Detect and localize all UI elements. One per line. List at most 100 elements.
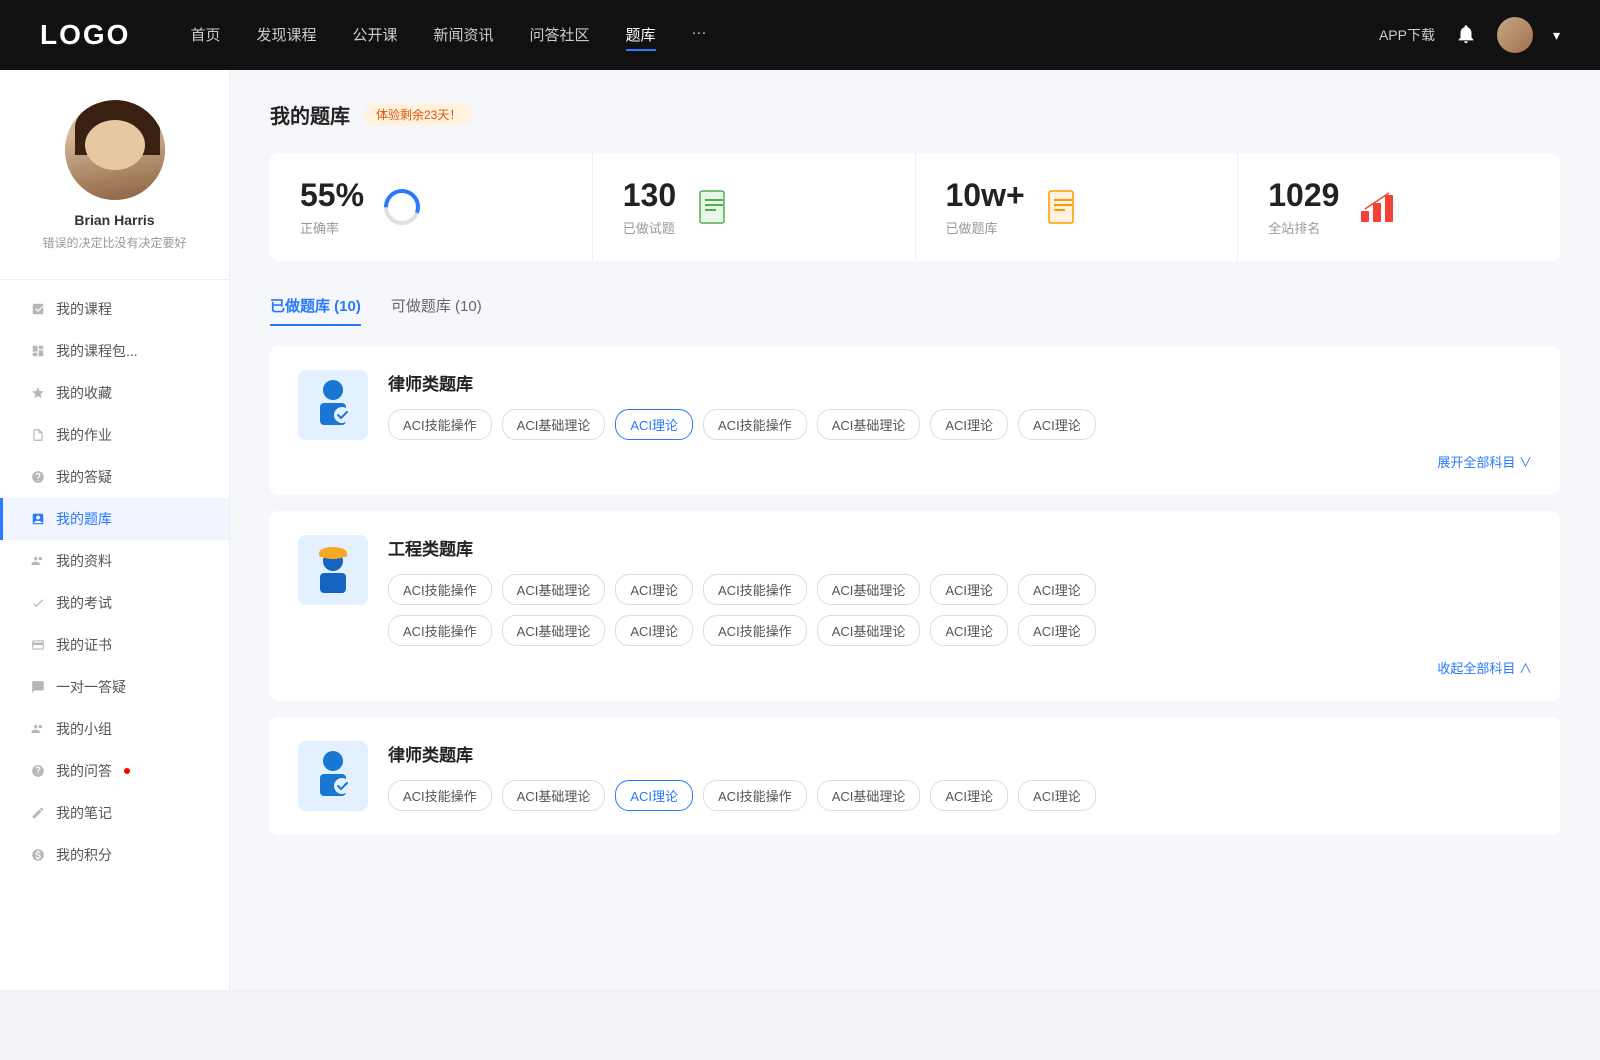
qbank-tag-2-4[interactable]: ACI基础理论 [817, 780, 921, 811]
qbank-tag-2-2[interactable]: ACI理论 [615, 780, 693, 811]
app-download-link[interactable]: APP下载 [1379, 25, 1435, 45]
nav-home[interactable]: 首页 [190, 20, 220, 51]
sidebar-label-mynote: 我的笔记 [56, 803, 112, 823]
nav-qa[interactable]: 问答社区 [530, 20, 590, 51]
qbank-tag-1-ex-6[interactable]: ACI理论 [1018, 615, 1096, 646]
qbank-tag-0-2[interactable]: ACI理论 [615, 409, 693, 440]
sidebar-label-oneone: 一对一答疑 [56, 677, 126, 697]
qbank-tag-2-6[interactable]: ACI理论 [1018, 780, 1096, 811]
star-icon [30, 385, 46, 401]
doc-green-icon [696, 189, 732, 225]
package-icon [30, 343, 46, 359]
qbank-tag-1-5[interactable]: ACI理论 [930, 574, 1008, 605]
qbank-tag-0-0[interactable]: ACI技能操作 [388, 409, 492, 440]
qbank-tag-2-0[interactable]: ACI技能操作 [388, 780, 492, 811]
stat-done-icon [692, 185, 736, 229]
qbank-tags-extra-1: ACI技能操作 ACI基础理论 ACI理论 ACI技能操作 ACI基础理论 AC… [388, 615, 1532, 646]
qbank-header-1: 工程类题库 ACI技能操作 ACI基础理论 ACI理论 ACI技能操作 ACI基… [298, 535, 1532, 677]
lawyer-figure-icon [308, 378, 358, 433]
qbank-tag-1-0[interactable]: ACI技能操作 [388, 574, 492, 605]
stat-done-banks-info: 10w+ 已做题库 [946, 177, 1025, 237]
qbank-tag-1-1[interactable]: ACI基础理论 [502, 574, 606, 605]
qbank-tag-1-6[interactable]: ACI理论 [1018, 574, 1096, 605]
user-avatar[interactable] [1497, 17, 1533, 53]
sidebar: Brian Harris 错误的决定比没有决定要好 我的课程 我的课程包... [0, 70, 230, 990]
qbank-tag-0-6[interactable]: ACI理论 [1018, 409, 1096, 440]
qbank-tag-1-ex-2[interactable]: ACI理论 [615, 615, 693, 646]
qbank-tag-2-3[interactable]: ACI技能操作 [703, 780, 807, 811]
qbank-expand-1[interactable]: 收起全部科目 ∧ [388, 658, 1532, 677]
nav-opencourse[interactable]: 公开课 [352, 20, 397, 51]
sidebar-item-myqbank[interactable]: 我的题库 [0, 498, 229, 540]
sidebar-profile: Brian Harris 错误的决定比没有决定要好 [0, 100, 229, 271]
stat-done-questions-value: 130 [623, 177, 676, 214]
sidebar-label-myhomework: 我的作业 [56, 425, 112, 445]
qbank-expand-0[interactable]: 展开全部科目 ∨ [388, 452, 1532, 471]
qbank-tag-1-4[interactable]: ACI基础理论 [817, 574, 921, 605]
qbank-title-1: 工程类题库 [388, 535, 1532, 560]
qbank-tags-0: ACI技能操作 ACI基础理论 ACI理论 ACI技能操作 ACI基础理论 AC… [388, 409, 1532, 440]
sidebar-label-myqbank: 我的题库 [56, 509, 112, 529]
qbank-card-0: 律师类题库 ACI技能操作 ACI基础理论 ACI理论 ACI技能操作 ACI基… [270, 346, 1560, 495]
qbank-tag-1-ex-4[interactable]: ACI基础理论 [817, 615, 921, 646]
sidebar-item-mymaterial[interactable]: 我的资料 [0, 540, 229, 582]
qbank-tags-2: ACI技能操作 ACI基础理论 ACI理论 ACI技能操作 ACI基础理论 AC… [388, 780, 1532, 811]
sidebar-item-myexam[interactable]: 我的考试 [0, 582, 229, 624]
qbank-title-0: 律师类题库 [388, 370, 1532, 395]
sidebar-item-mycourse[interactable]: 我的课程 [0, 288, 229, 330]
qbank-tag-0-3[interactable]: ACI技能操作 [703, 409, 807, 440]
sidebar-username: Brian Harris [74, 212, 154, 228]
sidebar-item-myhomework[interactable]: 我的作业 [0, 414, 229, 456]
qbank-tag-1-2[interactable]: ACI理论 [615, 574, 693, 605]
sidebar-item-mypackage[interactable]: 我的课程包... [0, 330, 229, 372]
page-title: 我的题库 [270, 100, 350, 129]
stat-done-questions-info: 130 已做试题 [623, 177, 676, 237]
tab-done-banks[interactable]: 已做题库 (10) [270, 285, 361, 326]
trial-badge: 体验剩余23天！ [364, 103, 473, 126]
user-dropdown-arrow[interactable]: ▾ [1553, 27, 1560, 44]
main-content: 我的题库 体验剩余23天！ 55% 正确率 [230, 70, 1600, 990]
sidebar-item-mycertificate[interactable]: 我的证书 [0, 624, 229, 666]
sidebar-item-myqa[interactable]: 我的答疑 [0, 456, 229, 498]
sidebar-item-oneone[interactable]: 一对一答疑 [0, 666, 229, 708]
notification-bell-icon[interactable] [1455, 23, 1477, 48]
sidebar-label-myqanda: 我的问答 [56, 761, 112, 781]
sidebar-item-myfavorites[interactable]: 我的收藏 [0, 372, 229, 414]
tab-available-banks[interactable]: 可做题库 (10) [391, 285, 482, 326]
stat-rank: 1029 全站排名 [1238, 153, 1560, 261]
sidebar-item-myqanda[interactable]: 我的问答 [0, 750, 229, 792]
qbank-tag-1-ex-3[interactable]: ACI技能操作 [703, 615, 807, 646]
stat-done-banks: 10w+ 已做题库 [916, 153, 1239, 261]
qbank-icon-lawyer-0 [298, 370, 368, 440]
sidebar-item-mynote[interactable]: 我的笔记 [0, 792, 229, 834]
qbank-tag-0-5[interactable]: ACI理论 [930, 409, 1008, 440]
question-icon [30, 469, 46, 485]
stat-rank-icon [1355, 185, 1399, 229]
sidebar-label-mypoints: 我的积分 [56, 845, 112, 865]
qbank-tag-0-1[interactable]: ACI基础理论 [502, 409, 606, 440]
exam-icon [30, 595, 46, 611]
nav-news[interactable]: 新闻资讯 [434, 20, 494, 51]
nav-discover[interactable]: 发现课程 [256, 20, 316, 51]
qbank-tag-1-3[interactable]: ACI技能操作 [703, 574, 807, 605]
nav-qbank[interactable]: 题库 [626, 20, 656, 51]
qbank-tag-2-5[interactable]: ACI理论 [930, 780, 1008, 811]
qbank-tag-2-1[interactable]: ACI基础理论 [502, 780, 606, 811]
sidebar-motto: 错误的决定比没有决定要好 [42, 234, 186, 251]
qbank-tag-1-ex-1[interactable]: ACI基础理论 [502, 615, 606, 646]
qbank-tag-1-ex-0[interactable]: ACI技能操作 [388, 615, 492, 646]
qbank-body-0: 律师类题库 ACI技能操作 ACI基础理论 ACI理论 ACI技能操作 ACI基… [388, 370, 1532, 471]
qbank-header-0: 律师类题库 ACI技能操作 ACI基础理论 ACI理论 ACI技能操作 ACI基… [298, 370, 1532, 471]
stat-done-questions: 130 已做试题 [593, 153, 916, 261]
logo[interactable]: LOGO [40, 19, 130, 51]
stat-accuracy-icon [380, 185, 424, 229]
sidebar-avatar [65, 100, 165, 200]
sidebar-label-mypackage: 我的课程包... [56, 341, 138, 361]
sidebar-item-mypoints[interactable]: 我的积分 [0, 834, 229, 876]
course-icon [30, 301, 46, 317]
qbank-tag-0-4[interactable]: ACI基础理论 [817, 409, 921, 440]
sidebar-label-mycertificate: 我的证书 [56, 635, 112, 655]
sidebar-item-mygroup[interactable]: 我的小组 [0, 708, 229, 750]
nav-more[interactable]: ··· [692, 20, 707, 51]
qbank-tag-1-ex-5[interactable]: ACI理论 [930, 615, 1008, 646]
